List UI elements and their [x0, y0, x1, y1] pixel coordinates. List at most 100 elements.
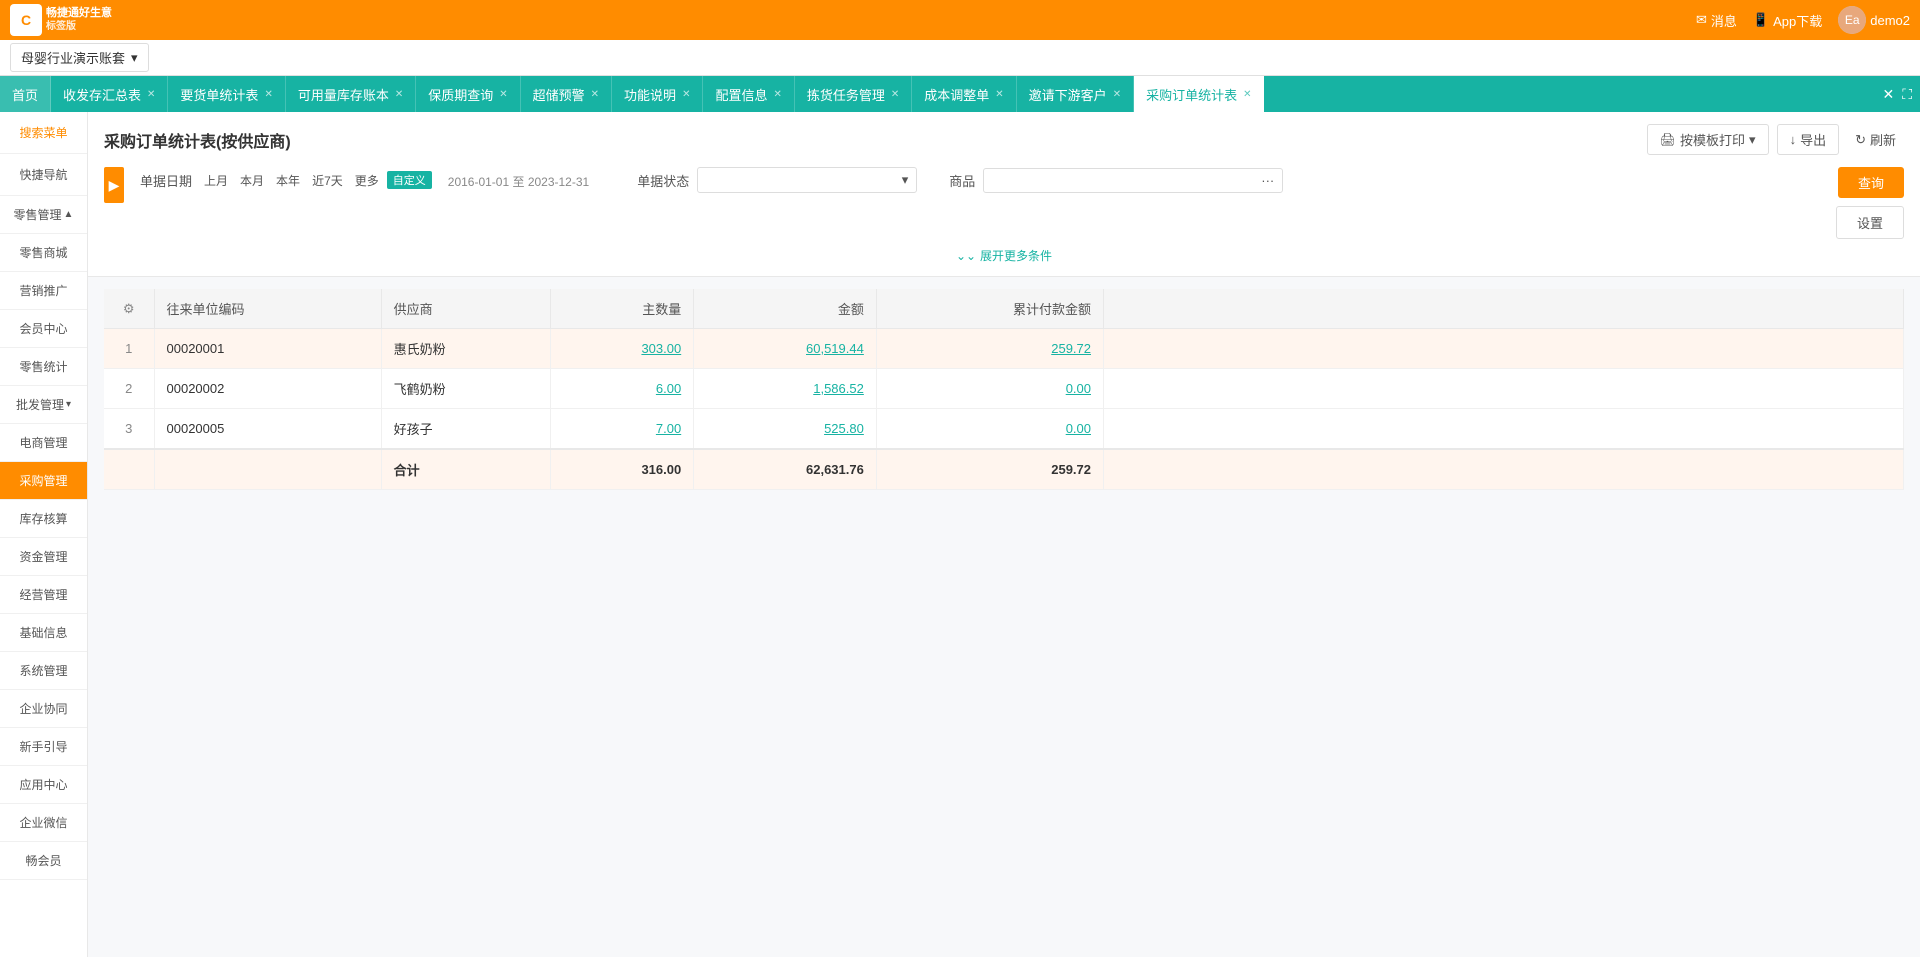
tab-bar: 首页 收发存汇总表 ✕ 要货单统计表 ✕ 可用量库存账本 ✕ 保质期查询 ✕ 超… [0, 76, 1920, 112]
col-qty-header: 主数量 [551, 289, 694, 329]
tab-4[interactable]: 保质期查询 ✕ [416, 76, 520, 112]
shortcut-this-month[interactable]: 本月 [236, 170, 268, 191]
tab-close-6[interactable]: ✕ [682, 89, 690, 100]
user-area[interactable]: Ea demo2 [1838, 6, 1910, 34]
goods-filter-group: 商品 ··· [949, 168, 1283, 193]
printer-icon: 🖨 [1660, 132, 1677, 148]
sidebar-item-retail-mgmt[interactable]: 零售管理 ▲ [0, 196, 87, 234]
shortcut-last-month[interactable]: 上月 [200, 170, 232, 191]
tab-close-3[interactable]: ✕ [395, 89, 403, 100]
row-2-extra [1104, 369, 1904, 409]
row-2-code: 00020002 [154, 369, 381, 409]
filter-fields: 单据日期 上月 本月 本年 近7天 更多 自定义 [140, 167, 1820, 193]
app-download-btn[interactable]: 📱 App下载 [1753, 11, 1822, 30]
col-code-header: 往来单位编码 [154, 289, 381, 329]
tab-7[interactable]: 配置信息 ✕ [703, 76, 794, 112]
sidebar-item-retail-mall[interactable]: 零售商城 [0, 234, 87, 272]
export-button[interactable]: ↓ 导出 [1777, 124, 1840, 155]
tab-5[interactable]: 超储预警 ✕ [521, 76, 612, 112]
chevron-down-icon-2: ▾ [66, 399, 71, 410]
sidebar-item-retail-stats[interactable]: 零售统计 [0, 348, 87, 386]
tab-1[interactable]: 收发存汇总表 ✕ [51, 76, 168, 112]
filter-toggle-btn[interactable]: ▶ [104, 167, 124, 203]
sidebar-item-basic-info[interactable]: 基础信息 [0, 614, 87, 652]
query-col: 查询 设置 [1836, 167, 1904, 239]
sidebar-item-finance[interactable]: 资金管理 [0, 538, 87, 576]
custom-date-tag[interactable]: 自定义 [387, 171, 432, 189]
expand-icon: ⌄⌄ [956, 249, 976, 263]
header-actions: 🖨 按模板打印 ▾ ↓ 导出 ↻ 刷新 [1647, 124, 1905, 155]
status-select[interactable]: ▾ [697, 167, 917, 193]
page-header: 采购订单统计表(按供应商) 🖨 按模板打印 ▾ ↓ 导出 ↻ 刷新 [88, 112, 1920, 277]
message-btn[interactable]: ✉ 消息 [1696, 11, 1737, 30]
tab-home[interactable]: 首页 [0, 76, 51, 112]
tab-close-active[interactable]: ✕ [1243, 89, 1251, 100]
footer-qty: 316.00 [551, 449, 694, 490]
sidebar-item-purchase[interactable]: 采购管理 [0, 462, 87, 500]
page-title: 采购订单统计表(按供应商) [104, 128, 291, 152]
print-button[interactable]: 🖨 按模板打印 ▾ [1647, 124, 1769, 155]
tab-close-8[interactable]: ✕ [891, 89, 899, 100]
expand-more-button[interactable]: ⌄⌄ 展开更多条件 [956, 247, 1052, 264]
col-settings-icon[interactable]: ⚙ [104, 289, 154, 329]
table-row: 2 00020002 飞鹤奶粉 6.00 1,586.52 0.00 [104, 369, 1904, 409]
avatar: Ea [1838, 6, 1866, 34]
tab-3[interactable]: 可用量库存账本 ✕ [286, 76, 416, 112]
row-1-supplier: 惠氏奶粉 [381, 329, 551, 369]
select-arrow-icon: ▾ [902, 172, 909, 188]
chevron-down-icon: ▲ [64, 209, 74, 220]
shortcut-this-year[interactable]: 本年 [272, 170, 304, 191]
tab-window-close-icon[interactable]: ✕ [1882, 86, 1894, 103]
sidebar-item-ecommerce[interactable]: 电商管理 [0, 424, 87, 462]
account-selector[interactable]: 母婴行业演示账套 ▾ [10, 43, 149, 72]
sidebar-item-guide[interactable]: 新手引导 [0, 728, 87, 766]
sidebar-item-quicknav[interactable]: 快捷导航 [0, 154, 87, 196]
tab-10[interactable]: 邀请下游客户 ✕ [1017, 76, 1134, 112]
data-table: ⚙ 往来单位编码 供应商 主数量 金额 累计付款金额 1 00020001 惠氏 [104, 289, 1904, 490]
message-icon: ✉ [1696, 12, 1707, 28]
tab-9[interactable]: 成本调整单 ✕ [912, 76, 1016, 112]
sidebar-item-app-center[interactable]: 应用中心 [0, 766, 87, 804]
tab-close-10[interactable]: ✕ [1113, 89, 1121, 100]
table-row: 1 00020001 惠氏奶粉 303.00 60,519.44 259.72 [104, 329, 1904, 369]
shortcut-more[interactable]: 更多 [351, 170, 383, 191]
sidebar-item-system[interactable]: 系统管理 [0, 652, 87, 690]
footer-extra [1104, 449, 1904, 490]
sidebar-item-wholesale[interactable]: 批发管理 ▾ [0, 386, 87, 424]
tab-2[interactable]: 要货单统计表 ✕ [168, 76, 285, 112]
settings-button[interactable]: 设置 [1836, 206, 1904, 239]
tab-close-5[interactable]: ✕ [591, 89, 599, 100]
filter-inner-row: ▶ 单据日期 上月 本月 本年 近7天 更多 [104, 167, 1904, 239]
tab-close-1[interactable]: ✕ [147, 89, 155, 100]
row-1-qty: 303.00 [551, 329, 694, 369]
shortcut-7days[interactable]: 近7天 [308, 170, 347, 191]
tab-window-expand-icon[interactable]: ⛶ [1902, 86, 1912, 103]
tab-8[interactable]: 拣货任务管理 ✕ [795, 76, 912, 112]
footer-empty-1 [104, 449, 154, 490]
sidebar-item-enterprise[interactable]: 企业协同 [0, 690, 87, 728]
tab-close-4[interactable]: ✕ [499, 89, 507, 100]
sidebar-item-member[interactable]: 会员中心 [0, 310, 87, 348]
sidebar-item-marketing[interactable]: 营销推广 [0, 272, 87, 310]
row-1-extra [1104, 329, 1904, 369]
filter-row-1: 单据日期 上月 本月 本年 近7天 更多 自定义 [140, 167, 1820, 193]
row-1-index: 1 [104, 329, 154, 369]
sidebar-item-search[interactable]: 搜索菜单 [0, 112, 87, 154]
sidebar-item-inventory[interactable]: 库存核算 [0, 500, 87, 538]
logo-area: C 畅捷通好生意 标签版 [10, 4, 112, 36]
tab-close-9[interactable]: ✕ [995, 89, 1003, 100]
sidebar-item-operations[interactable]: 经营管理 [0, 576, 87, 614]
row-3-supplier: 好孩子 [381, 409, 551, 450]
row-2-qty: 6.00 [551, 369, 694, 409]
tab-6[interactable]: 功能说明 ✕ [612, 76, 703, 112]
tab-close-2[interactable]: ✕ [264, 89, 272, 100]
query-button[interactable]: 查询 [1838, 167, 1904, 198]
expand-more-area: ⌄⌄ 展开更多条件 [104, 247, 1904, 264]
tab-close-7[interactable]: ✕ [773, 89, 781, 100]
sidebar-item-member2[interactable]: 畅会员 [0, 842, 87, 880]
tab-active[interactable]: 采购订单统计表 ✕ [1134, 76, 1264, 112]
goods-input[interactable]: ··· [983, 168, 1283, 193]
row-3-code: 00020005 [154, 409, 381, 450]
sidebar-item-weixin[interactable]: 企业微信 [0, 804, 87, 842]
refresh-button[interactable]: ↻ 刷新 [1847, 125, 1904, 154]
